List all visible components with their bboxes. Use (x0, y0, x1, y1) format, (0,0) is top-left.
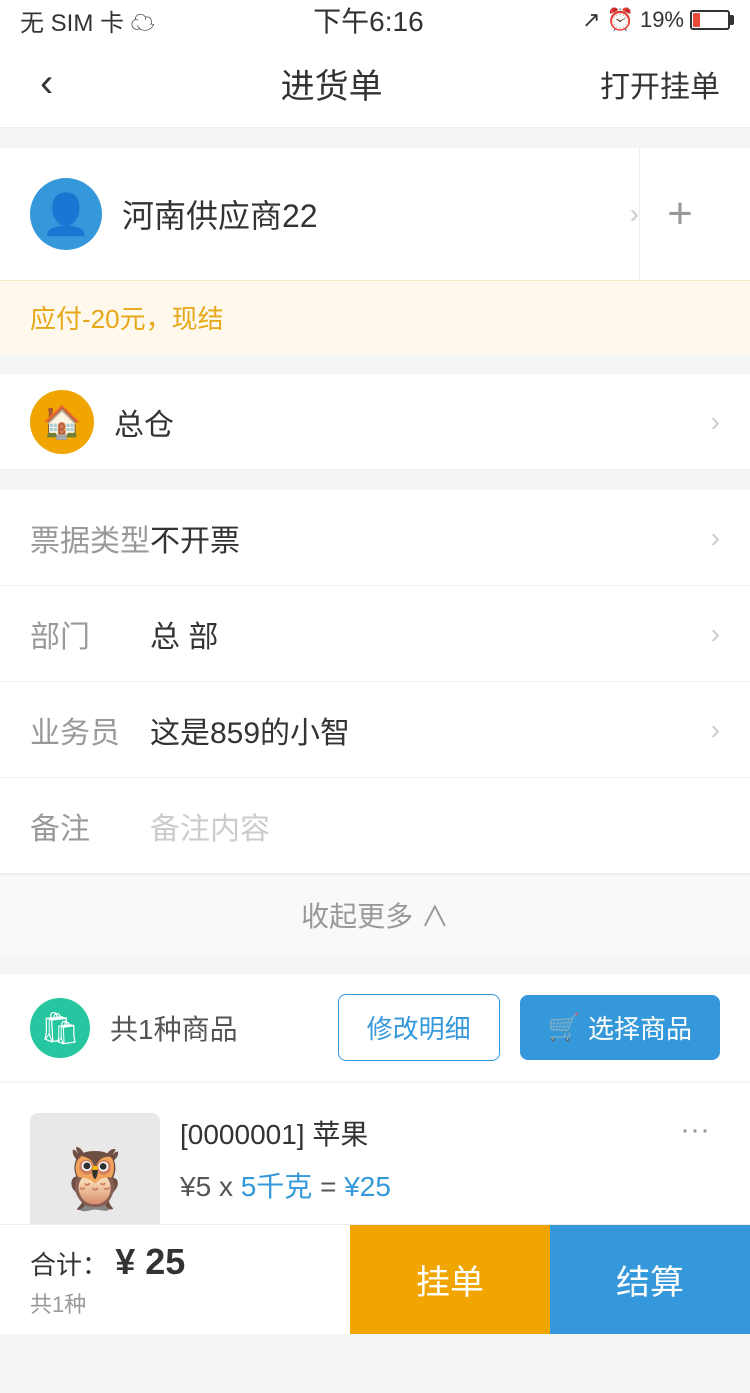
bag-icon: 🛍 (40, 1009, 81, 1047)
back-button[interactable]: ‹ (30, 51, 63, 116)
total-label-text: 合计： (30, 1250, 108, 1280)
status-time: 下午6:16 (313, 0, 424, 40)
quantity: 5千克 (241, 1171, 313, 1202)
warehouse-chevron-icon: › (711, 406, 720, 438)
bottom-bar: 合计： ¥ 25 共1种 挂单 结算 (0, 1224, 750, 1334)
warehouse-row[interactable]: 🏠 总仓 › (0, 374, 750, 470)
product-bag-icon-circle: 🛍 (30, 998, 90, 1058)
owl-icon: 🦉 (58, 1143, 133, 1214)
department-value: 总 部 (150, 612, 711, 656)
select-product-label: 选择商品 (588, 1009, 692, 1046)
department-row[interactable]: 部门 总 部 › (0, 586, 750, 682)
product-name: [0000001] 苹果 (180, 1113, 650, 1153)
unit-price: ¥5 (180, 1171, 211, 1202)
product-price: ¥5 x 5千克 = ¥25 (180, 1165, 650, 1205)
supplier-avatar: 👤 (30, 178, 102, 250)
total-section: 合计： ¥ 25 共1种 (0, 1225, 350, 1334)
supplier-selector[interactable]: 👤 河南供应商22 › (30, 148, 640, 280)
add-supplier-button[interactable]: + (640, 148, 720, 280)
salesperson-row[interactable]: 业务员 这是859的小智 › (0, 682, 750, 778)
line-total: ¥25 (344, 1171, 391, 1202)
battery-percent: 19% (640, 7, 684, 33)
total-count: 共1种 (30, 1287, 320, 1319)
ticket-type-value: 不开票 (150, 516, 711, 560)
equals-sign: = (320, 1171, 344, 1202)
page-title: 进货单 (281, 59, 383, 108)
salesperson-label: 业务员 (30, 708, 150, 752)
collapse-button[interactable]: 收起更多 ∧ (0, 874, 750, 954)
hang-button[interactable]: 挂单 (350, 1225, 550, 1334)
cart-icon: 🛒 (548, 1012, 580, 1043)
open-pending-button[interactable]: 打开挂单 (600, 62, 720, 106)
supplier-section: 👤 河南供应商22 › + (0, 148, 750, 280)
salesperson-value: 这是859的小智 (150, 708, 711, 752)
total-amount: ¥ 25 (115, 1241, 185, 1282)
ticket-type-label: 票据类型 (30, 516, 150, 560)
product-info: [0000001] 苹果 ¥5 x 5千克 = ¥25 (180, 1113, 650, 1205)
nav-bar: ‹ 进货单 打开挂单 (0, 40, 750, 128)
ticket-type-row[interactable]: 票据类型 不开票 › (0, 490, 750, 586)
product-code: [0000001] (180, 1119, 305, 1150)
person-icon: 👤 (41, 191, 91, 238)
product-header: 🛍 共1种商品 修改明细 🛒 选择商品 (0, 974, 750, 1081)
remark-label: 备注 (30, 804, 150, 848)
salesperson-chevron-icon: › (711, 714, 720, 746)
sim-label: 无 SIM 卡 ☁ (20, 3, 155, 38)
product-title: 苹果 (312, 1119, 368, 1150)
location-icon: ↗ (582, 7, 600, 33)
status-right: ↗ ⏰ 19% (582, 7, 730, 33)
product-count: 共1种商品 (110, 1008, 318, 1048)
battery-icon (690, 10, 730, 30)
department-label: 部门 (30, 612, 150, 656)
total-label: 合计： ¥ 25 (30, 1241, 320, 1283)
ticket-type-chevron-icon: › (711, 522, 720, 554)
select-product-button[interactable]: 🛒 选择商品 (520, 995, 720, 1060)
section-gap-2 (0, 354, 750, 374)
section-gap-3 (0, 470, 750, 490)
product-more-button[interactable]: ··· (670, 1113, 720, 1147)
warehouse-icon: 🏠 (42, 403, 82, 441)
supplier-name: 河南供应商22 (122, 191, 620, 237)
chevron-right-icon: › (630, 198, 639, 230)
department-chevron-icon: › (711, 618, 720, 650)
section-gap-4 (0, 954, 750, 974)
remark-value[interactable]: 备注内容 (150, 804, 720, 848)
warehouse-name: 总仓 (114, 400, 711, 444)
alarm-icon: ⏰ (607, 7, 634, 33)
status-bar: 无 SIM 卡 ☁ 下午6:16 ↗ ⏰ 19% (0, 0, 750, 40)
status-left: 无 SIM 卡 ☁ (20, 3, 155, 38)
section-gap-1 (0, 128, 750, 148)
warehouse-icon-circle: 🏠 (30, 390, 94, 454)
multiply-sign: x (219, 1171, 241, 1202)
checkout-button[interactable]: 结算 (550, 1225, 750, 1334)
edit-detail-button[interactable]: 修改明细 (338, 994, 500, 1061)
info-banner: 应付-20元，现结 (0, 280, 750, 354)
remark-row[interactable]: 备注 备注内容 (0, 778, 750, 874)
